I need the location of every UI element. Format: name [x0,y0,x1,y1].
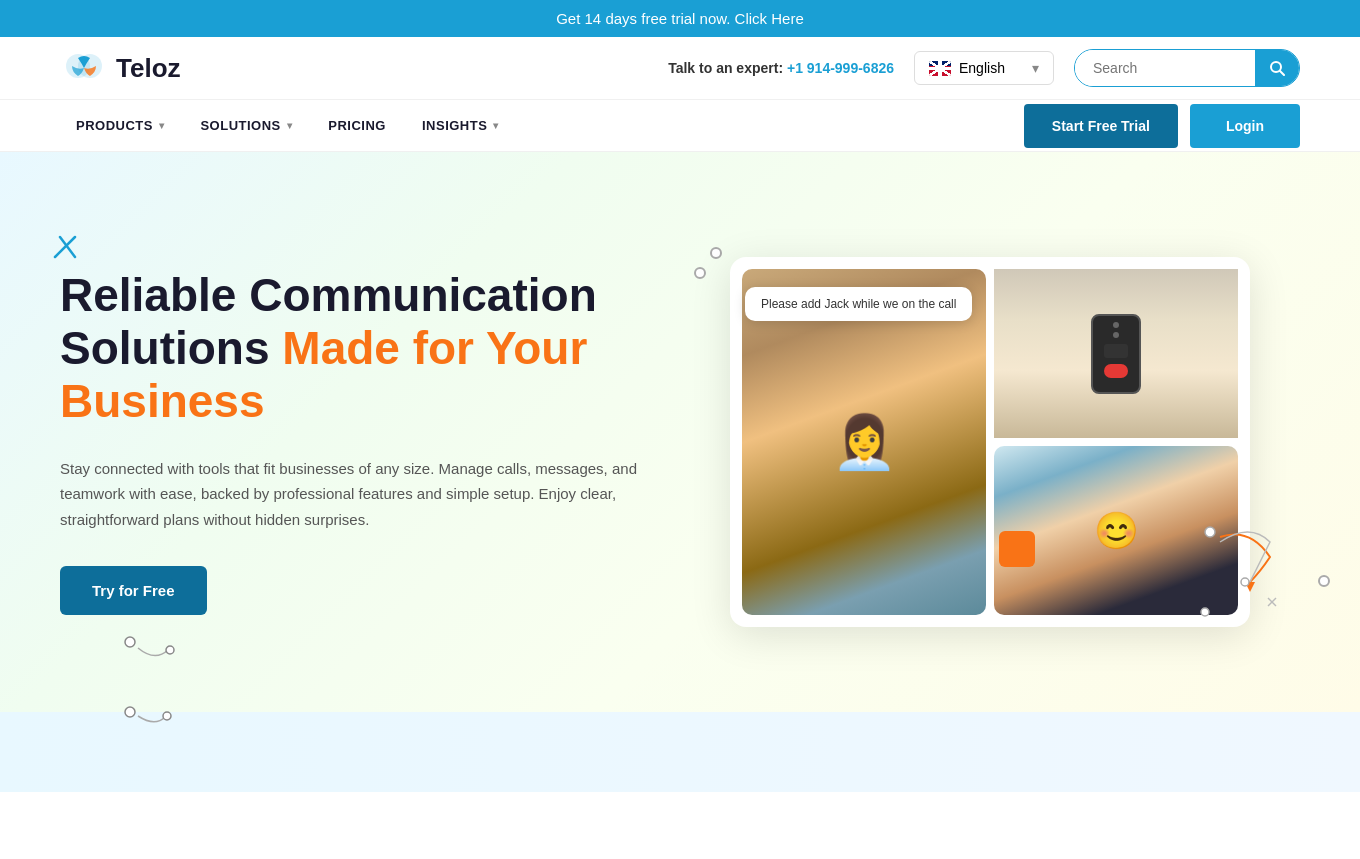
search-button[interactable] [1255,50,1299,86]
language-label: English [959,60,1005,76]
nav-item-pricing[interactable]: PRICING [312,100,402,151]
search-input[interactable] [1075,50,1255,86]
bottom-deco [0,692,200,752]
header-right: Talk to an expert: +1 914-999-6826 Engli… [668,49,1300,87]
hero-card: Please add Jack while we on the call 👩‍💼 [730,257,1250,627]
svg-point-15 [163,712,171,720]
search-icon [1269,60,1285,76]
hero-title: Reliable Communication Solutions Made fo… [60,269,680,428]
search-box [1074,49,1300,87]
nav-item-insights[interactable]: INSIGHTS ▾ [406,100,515,151]
hero-image-area: Please add Jack while we on the call 👩‍💼 [680,257,1300,627]
svg-point-10 [166,646,174,654]
logo-icon [60,50,108,86]
orange-decoration [999,531,1035,567]
try-for-free-button[interactable]: Try for Free [60,566,207,615]
chat-bubble: Please add Jack while we on the call [745,287,972,321]
nav-buttons: Start Free Trial Login [1024,104,1300,148]
chevron-down-icon: ▾ [159,120,165,131]
chevron-down-icon: ▾ [493,120,499,131]
nav-item-products[interactable]: PRODUCTS ▾ [60,100,180,151]
svg-marker-13 [1245,582,1255,592]
uk-flag-icon [929,61,951,76]
arrow-decoration [1210,517,1290,597]
svg-line-4 [55,237,75,257]
call-participant-phone [994,269,1238,438]
deco-circle [1318,575,1330,587]
expert-contact: Talk to an expert: +1 914-999-6826 [668,60,894,76]
logo-area[interactable]: Teloz [60,50,181,86]
deco-circle [710,247,722,259]
hero-description: Stay connected with tools that fit busin… [60,456,640,533]
chevron-down-icon: ▾ [287,120,293,131]
svg-point-14 [125,707,135,717]
nav-item-solutions[interactable]: SOLUTIONS ▾ [184,100,308,151]
login-button[interactable]: Login [1190,104,1300,148]
deco-circle [694,267,706,279]
start-free-trial-button[interactable]: Start Free Trial [1024,104,1178,148]
banner-text: Get 14 days free trial now. Click Here [556,10,804,27]
svg-point-9 [125,637,135,647]
top-banner[interactable]: Get 14 days free trial now. Click Here [0,0,1360,37]
hero-section: Reliable Communication Solutions Made fo… [0,152,1360,712]
bottom-section [0,712,1360,792]
nav-items: PRODUCTS ▾ SOLUTIONS ▾ PRICING INSIGHTS … [60,100,515,151]
logo-text: Teloz [116,53,181,84]
chevron-down-icon: ▾ [1032,60,1039,76]
svg-line-3 [1280,71,1284,75]
expert-phone[interactable]: +1 914-999-6826 [787,60,894,76]
svg-line-5 [60,237,75,257]
language-selector[interactable]: English ▾ [914,51,1054,85]
hero-content: Reliable Communication Solutions Made fo… [60,269,680,615]
nav-bar: PRODUCTS ▾ SOLUTIONS ▾ PRICING INSIGHTS … [0,100,1360,152]
header: Teloz Talk to an expert: +1 914-999-6826… [0,37,1360,100]
